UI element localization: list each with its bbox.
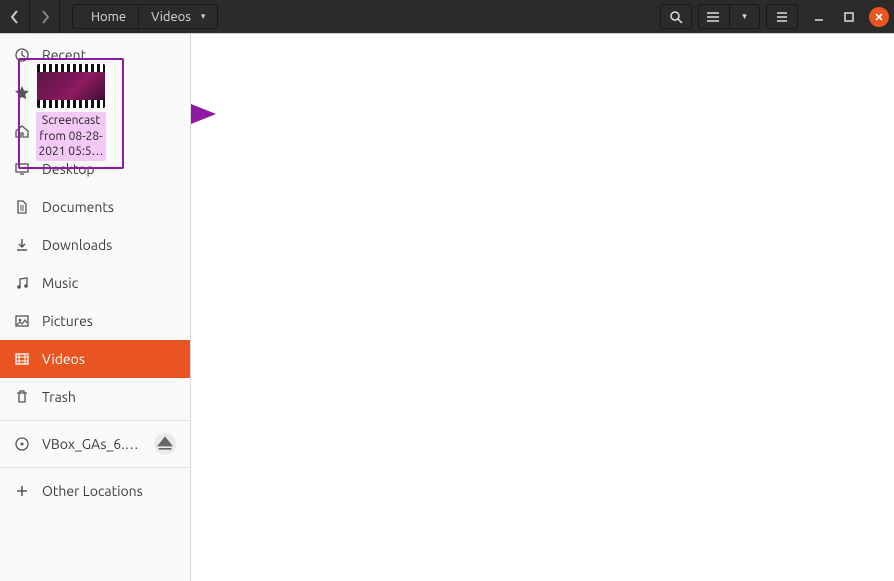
search-icon [669,10,683,24]
list-icon [707,10,721,24]
sidebar-item-music[interactable]: Music [0,264,190,302]
eject-icon [157,436,173,452]
path-segment-videos[interactable]: Videos ▾ [138,5,217,28]
dropdown-triangle-icon: ▾ [201,11,206,22]
sidebar-item-label: Music [42,275,78,291]
chevron-left-icon [10,10,20,24]
trash-icon [14,389,30,405]
chevron-down-icon: ▾ [742,11,747,22]
plus-icon [14,483,30,499]
minimize-button[interactable] [804,0,834,33]
close-button[interactable] [864,0,894,33]
downloads-icon [14,237,30,253]
content-pane[interactable]: Screencast from 08-28- 2021 05:5… [191,34,894,581]
documents-icon [14,199,30,215]
maximize-button[interactable] [834,0,864,33]
path-segment-label: Home [91,10,126,24]
sidebar-item-label: Trash [42,389,76,405]
eject-button[interactable] [154,433,176,455]
header-bar: Home Videos ▾ ▾ [0,0,894,33]
sidebar-item-label: Other Locations [42,483,143,499]
sidebar-item-label: Videos [42,351,85,367]
nav-forward-button[interactable] [30,0,60,33]
disc-icon [14,436,30,452]
sidebar-item-trash[interactable]: Trash [0,378,190,416]
sidebar-item-label: Pictures [42,313,93,329]
minimize-icon [813,11,825,23]
file-manager-window: Home Videos ▾ ▾ [0,0,894,581]
file-screencast[interactable]: Screencast from 08-28- 2021 05:5… [18,58,124,169]
maximize-icon [843,11,855,23]
file-name-label: Screencast from 08-28- 2021 05:5… [36,112,105,161]
video-thumbnail-icon [37,64,105,108]
video-icon [14,351,30,367]
pictures-icon [14,313,30,329]
path-segment-label: Videos [151,10,191,24]
close-icon [869,7,889,27]
sidebar-item-downloads[interactable]: Downloads [0,226,190,264]
path-bar: Home Videos ▾ [72,4,218,29]
hamburger-menu-button[interactable] [766,4,798,29]
sidebar-mount-vbox[interactable]: VBox_GAs_6.… [0,425,190,463]
list-view-button[interactable] [699,5,729,28]
music-icon [14,275,30,291]
sidebar-item-pictures[interactable]: Pictures [0,302,190,340]
nav-back-button[interactable] [0,0,30,33]
sidebar-item-label: Documents [42,199,114,215]
window-body: Recent Starred Home Desktop Documents Do… [0,33,894,581]
sidebar-other-locations[interactable]: Other Locations [0,472,190,510]
annotation-arrow [191,34,894,581]
chevron-right-icon [40,10,50,24]
sidebar-item-label: Downloads [42,237,112,253]
view-dropdown-button[interactable]: ▾ [729,5,759,28]
sidebar-item-label: VBox_GAs_6.… [42,436,139,452]
sidebar-item-documents[interactable]: Documents [0,188,190,226]
sidebar-item-videos[interactable]: Videos [0,340,190,378]
hamburger-icon [775,10,789,24]
path-segment-home[interactable]: Home [73,5,138,28]
search-button[interactable] [660,4,692,29]
view-controls: ▾ [698,4,760,29]
